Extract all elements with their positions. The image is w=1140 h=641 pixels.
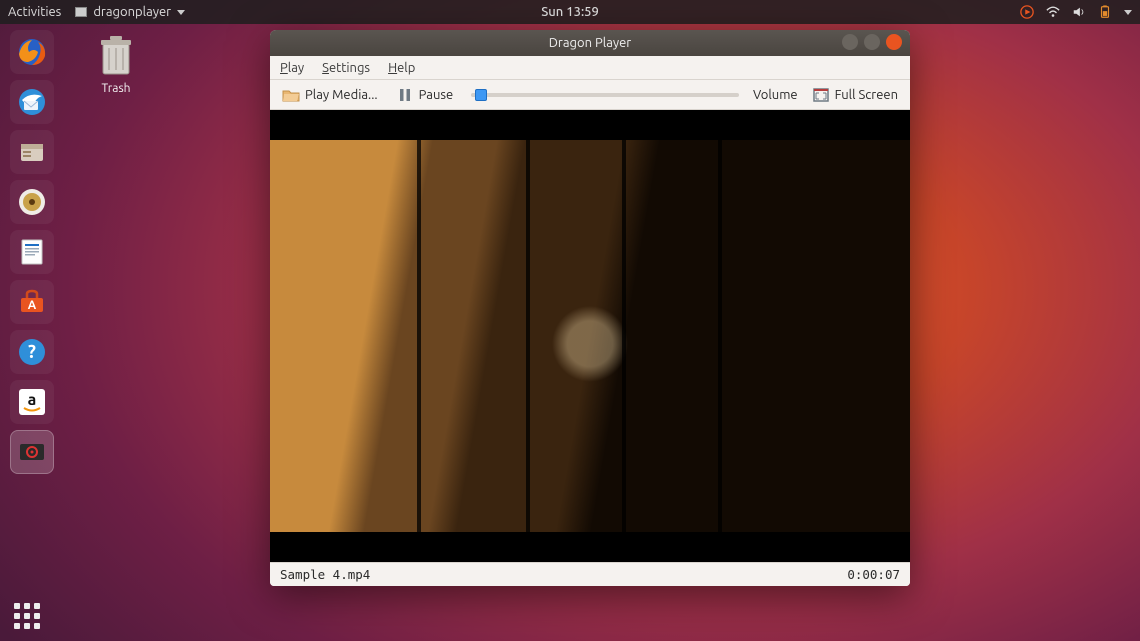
window-icon xyxy=(75,7,87,17)
status-filename: Sample 4.mp4 xyxy=(280,567,370,582)
activities-button[interactable]: Activities xyxy=(8,5,61,19)
battery-icon[interactable] xyxy=(1098,5,1112,19)
fullscreen-button[interactable]: Full Screen xyxy=(808,84,902,106)
updates-icon[interactable] xyxy=(1020,5,1034,19)
pause-button[interactable]: Pause xyxy=(392,84,458,106)
dock-item-thunderbird[interactable] xyxy=(10,80,54,124)
dock-item-firefox[interactable] xyxy=(10,30,54,74)
volume-label: Volume xyxy=(753,88,798,102)
thunderbird-icon xyxy=(16,86,48,118)
window-titlebar[interactable]: Dragon Player xyxy=(270,30,910,56)
software-icon: A xyxy=(16,286,48,318)
help-icon: ? xyxy=(16,336,48,368)
close-button[interactable] xyxy=(886,34,902,50)
files-icon xyxy=(16,136,48,168)
system-menu-chevron-icon[interactable] xyxy=(1124,10,1132,15)
volume-slider[interactable] xyxy=(471,88,739,102)
menu-bar: Play Settings Help xyxy=(270,56,910,80)
svg-text:a: a xyxy=(28,391,37,409)
dragonplayer-icon xyxy=(16,436,48,468)
menu-play[interactable]: Play xyxy=(280,61,304,75)
top-bar: Activities dragonplayer Sun 13:59 xyxy=(0,0,1140,24)
minimize-button[interactable] xyxy=(842,34,858,50)
fullscreen-icon xyxy=(812,86,830,104)
toolbar: Play Media... Pause Volume Full Screen xyxy=(270,80,910,110)
desktop-trash[interactable]: Trash xyxy=(84,34,148,95)
status-bar: Sample 4.mp4 0:00:07 xyxy=(270,562,910,586)
dock-item-help[interactable]: ? xyxy=(10,330,54,374)
dock-item-rhythmbox[interactable] xyxy=(10,180,54,224)
folder-open-icon xyxy=(282,86,300,104)
window-title: Dragon Player xyxy=(549,36,631,50)
svg-text:?: ? xyxy=(28,342,36,362)
video-frame xyxy=(270,140,910,532)
dock-item-writer[interactable] xyxy=(10,230,54,274)
pause-icon xyxy=(396,86,414,104)
show-applications-button[interactable] xyxy=(14,603,40,629)
video-viewport[interactable] xyxy=(270,110,910,562)
dock-item-software[interactable]: A xyxy=(10,280,54,324)
app-menu-label: dragonplayer xyxy=(93,5,171,19)
slider-track xyxy=(471,93,739,97)
status-timecode: 0:00:07 xyxy=(847,567,900,582)
wifi-icon[interactable] xyxy=(1046,5,1060,19)
dragon-player-window: Dragon Player Play Settings Help Play Me… xyxy=(270,30,910,586)
sound-icon[interactable] xyxy=(1072,5,1086,19)
maximize-button[interactable] xyxy=(864,34,880,50)
amazon-icon: a xyxy=(16,386,48,418)
dock-item-files[interactable] xyxy=(10,130,54,174)
slider-thumb[interactable] xyxy=(475,89,487,101)
writer-icon xyxy=(16,236,48,268)
dock-item-amazon[interactable]: a xyxy=(10,380,54,424)
trash-icon xyxy=(97,34,135,78)
dock-item-dragonplayer[interactable] xyxy=(10,430,54,474)
system-indicators[interactable] xyxy=(1020,5,1132,19)
app-menu[interactable]: dragonplayer xyxy=(75,5,185,19)
svg-text:A: A xyxy=(28,299,37,312)
chevron-down-icon xyxy=(177,10,185,15)
menu-settings[interactable]: Settings xyxy=(322,61,370,75)
menu-help[interactable]: Help xyxy=(388,61,415,75)
clock[interactable]: Sun 13:59 xyxy=(541,5,599,19)
play-media-button[interactable]: Play Media... xyxy=(278,84,382,106)
rhythmbox-icon xyxy=(16,186,48,218)
launcher-dock: A ? a xyxy=(6,30,58,474)
trash-label: Trash xyxy=(84,82,148,95)
firefox-icon xyxy=(16,36,48,68)
